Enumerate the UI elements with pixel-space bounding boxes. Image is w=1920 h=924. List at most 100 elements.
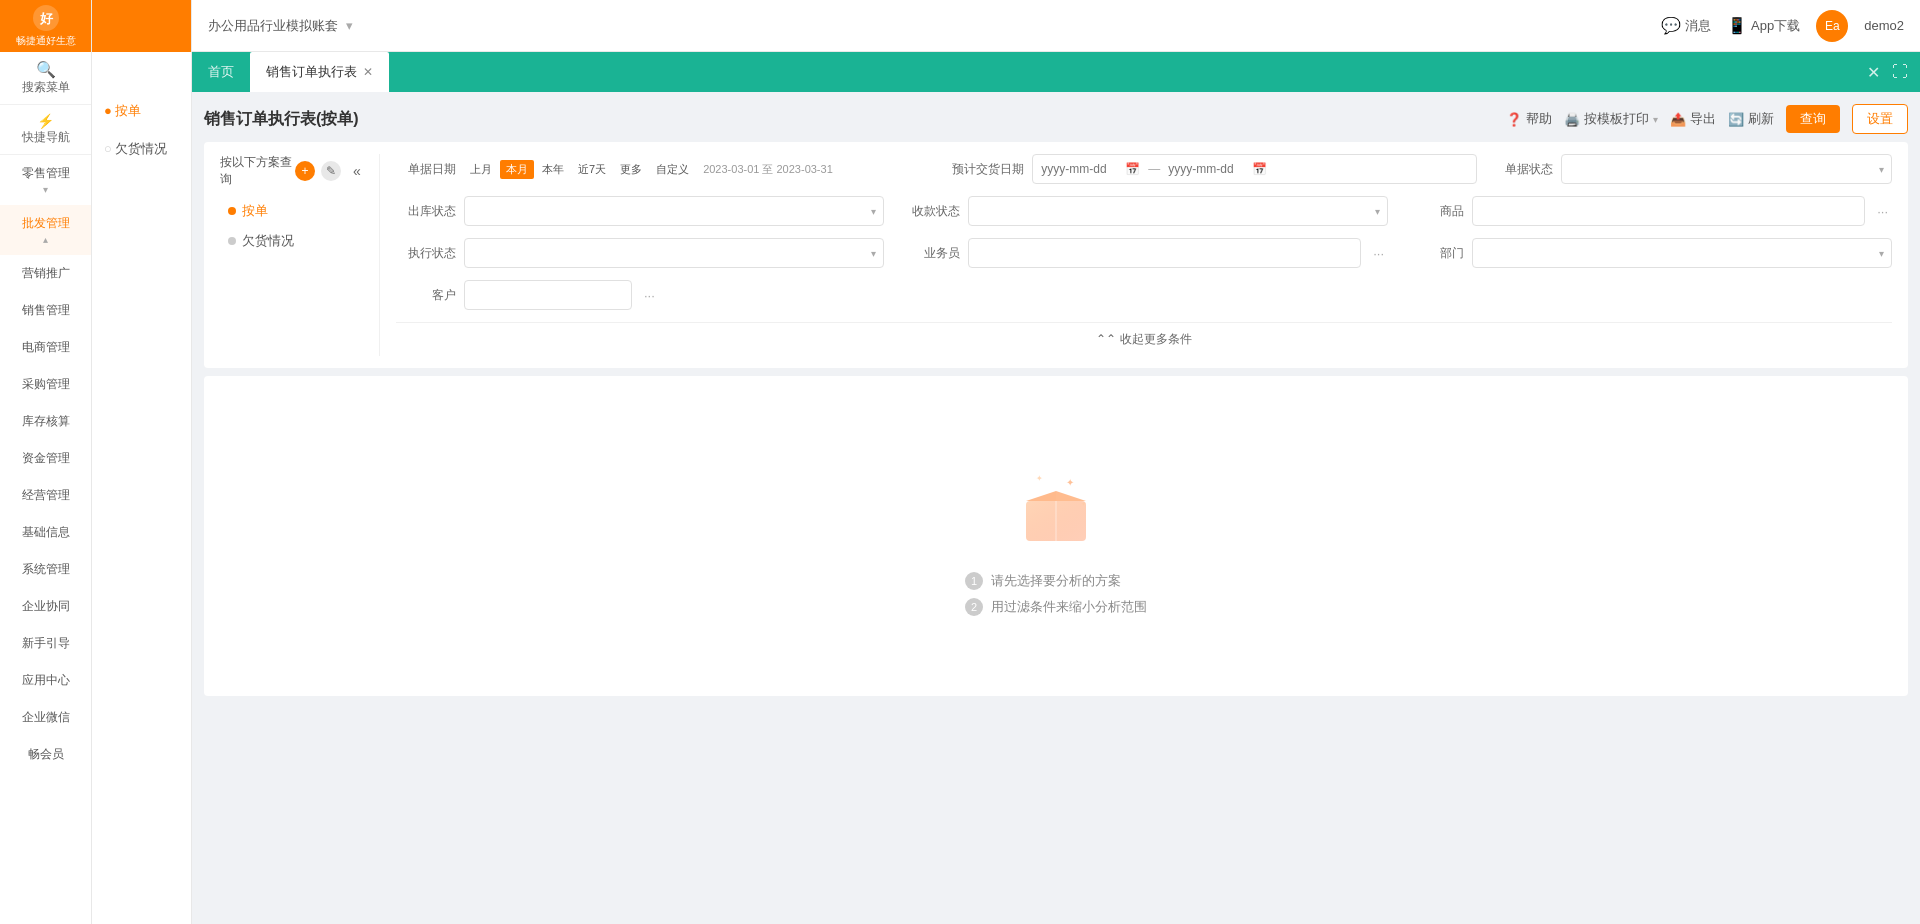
scheme-dot (228, 237, 236, 245)
date-tab-更多[interactable]: 更多 (614, 160, 648, 179)
filter-field-warehouse-status: 出库状态 ▾ (396, 196, 884, 226)
date-range-text: 2023-03-01 至 2023-03-31 (703, 162, 833, 177)
warehouse-status-select[interactable] (464, 196, 884, 226)
sidebar-item-label: 营销推广 (22, 265, 70, 282)
sidebar-item-system[interactable]: 系统管理 (0, 551, 91, 588)
sidebar-item-marketing[interactable]: 营销推广 (0, 255, 91, 292)
date-tab-上月[interactable]: 上月 (464, 160, 498, 179)
download-icon: 📱 (1727, 16, 1747, 35)
topbar-right: 💬 消息 📱 App下载 Ea demo2 (1661, 10, 1904, 42)
goods-more-icon[interactable]: ··· (1873, 204, 1892, 219)
svg-text:✦: ✦ (1036, 474, 1043, 483)
print-button[interactable]: 🖨️ 按模板打印 ▾ (1564, 110, 1658, 128)
svg-text:好: 好 (38, 11, 53, 26)
sidebar-item-corp[interactable]: 企业协同 (0, 588, 91, 625)
exec-status-select[interactable] (464, 238, 884, 268)
date-tab-本年[interactable]: 本年 (536, 160, 570, 179)
tab-close-button[interactable]: ✕ (363, 66, 373, 78)
sidebar-item-label: 畅会员 (28, 746, 64, 763)
empty-state: ✦ ✦ ✦ 1 请先选择要分析的方案 2 用过滤条件来缩小分析范围 (204, 376, 1908, 696)
salesperson-more-icon[interactable]: ··· (1369, 246, 1388, 261)
customer-input[interactable] (464, 280, 632, 310)
export-icon: 📤 (1670, 112, 1686, 127)
settings-button[interactable]: 设置 (1852, 104, 1908, 134)
customer-more-icon[interactable]: ··· (640, 288, 659, 303)
collapse-bar[interactable]: ⌃⌃ 收起更多条件 (396, 322, 1892, 356)
breadcrumb-arrow[interactable]: ▾ (346, 18, 353, 33)
add-scheme-button[interactable]: + (295, 161, 315, 181)
sidebar-item-purchase[interactable]: 采购管理 (0, 366, 91, 403)
message-button[interactable]: 💬 消息 (1661, 16, 1711, 35)
user-avatar[interactable]: Ea (1816, 10, 1848, 42)
collection-status-select[interactable] (968, 196, 1388, 226)
main-area: 办公用品行业模拟账套 ▾ 💬 消息 📱 App下载 Ea demo2 首页 销售… (192, 0, 1920, 924)
warehouse-status-label: 出库状态 (396, 203, 456, 220)
page-header: 销售订单执行表(按单) ❓ 帮助 🖨️ 按模板打印 ▾ 📤 导出 🔄 刷新 (204, 104, 1908, 134)
app-download-button[interactable]: 📱 App下载 (1727, 16, 1800, 35)
app-logo[interactable]: 好 畅捷通好生意 (0, 0, 91, 52)
sidebar-item-label: 库存核算 (22, 413, 70, 430)
scheme-active-dot (228, 207, 236, 215)
svg-marker-3 (1026, 491, 1056, 501)
filter-field-doc-status: 单据状态 ▾ (1493, 154, 1892, 184)
date-tab-本月[interactable]: 本月 (500, 160, 534, 179)
tab-home[interactable]: 首页 (192, 52, 250, 92)
filter-row-3: 执行状态 ▾ 业务员 ··· 部门 (396, 238, 1892, 268)
sub-sidebar-item-欠货情况[interactable]: ○ 欠货情况 (92, 130, 191, 168)
sidebar-item-label: 零售管理 (22, 165, 70, 182)
filter-sidebar-title: 按以下方案查询 + ✎ « (220, 154, 367, 188)
tab-expand-icon[interactable]: ⛶ (1888, 59, 1912, 85)
filter-panel: 按以下方案查询 + ✎ « 按单 欠货情况 (204, 142, 1908, 368)
sidebar-item-search[interactable]: 🔍 搜索菜单 (0, 52, 91, 105)
filter-field-salesperson: 业务员 ··· (900, 238, 1388, 268)
filter-field-date: 单据日期 上月 本月 本年 近7天 更多 自定义 2023-03-01 至 20… (396, 160, 928, 179)
export-button[interactable]: 📤 导出 (1670, 110, 1716, 128)
goods-input[interactable] (1472, 196, 1865, 226)
sidebar-item-label: 应用中心 (22, 672, 70, 689)
empty-tip-1: 1 请先选择要分析的方案 (965, 572, 1147, 590)
print-dropdown-icon[interactable]: ▾ (1653, 114, 1658, 125)
date-tab-近7天[interactable]: 近7天 (572, 160, 612, 179)
sidebar-item-quicknav[interactable]: ⚡ 快捷导航 (0, 105, 91, 155)
scheme-item-按单[interactable]: 按单 (220, 196, 367, 226)
sidebar-item-sales[interactable]: 销售管理 (0, 292, 91, 329)
sub-sidebar-item-按单[interactable]: ● 按单 (92, 92, 191, 130)
sidebar-item-label: 企业协同 (22, 598, 70, 615)
sidebar-item-operation[interactable]: 经营管理 (0, 477, 91, 514)
sidebar-item-label: 基础信息 (22, 524, 70, 541)
sidebar-item-wechat[interactable]: 企业微信 (0, 699, 91, 736)
sidebar-item-apps[interactable]: 应用中心 (0, 662, 91, 699)
sidebar-item-member[interactable]: 畅会员 (0, 736, 91, 773)
query-button[interactable]: 查询 (1786, 105, 1840, 133)
expected-date-to[interactable] (1168, 162, 1248, 176)
page-title: 销售订单执行表(按单) (204, 109, 359, 130)
calendar-icon-left: 📅 (1125, 162, 1140, 176)
expected-date-from[interactable] (1041, 162, 1121, 176)
date-tab-自定义[interactable]: 自定义 (650, 160, 695, 179)
sidebar-item-finance[interactable]: 资金管理 (0, 440, 91, 477)
sidebar-item-newbie[interactable]: 新手引导 (0, 625, 91, 662)
collapse-sidebar-button[interactable]: « (347, 161, 367, 181)
sidebar-item-retail[interactable]: 零售管理 ▾ (0, 155, 91, 205)
edit-scheme-button[interactable]: ✎ (321, 161, 341, 181)
sidebar-item-label: 采购管理 (22, 376, 70, 393)
filter-field-dept: 部门 ▾ (1404, 238, 1892, 268)
sidebar-item-ecommerce[interactable]: 电商管理 (0, 329, 91, 366)
scheme-item-欠货情况[interactable]: 欠货情况 (220, 226, 367, 256)
sidebar-item-label: 新手引导 (22, 635, 70, 652)
tab-close-all-icon[interactable]: ✕ (1863, 59, 1884, 86)
collapse-icon: ⌃⌃ (1096, 332, 1116, 346)
sidebar-item-basic[interactable]: 基础信息 (0, 514, 91, 551)
sidebar-item-inventory[interactable]: 库存核算 (0, 403, 91, 440)
salesperson-input[interactable] (968, 238, 1361, 268)
goods-label: 商品 (1404, 203, 1464, 220)
sidebar: 好 畅捷通好生意 🔍 搜索菜单 ⚡ 快捷导航 零售管理 ▾ 批发管理 ▴ 营销推… (0, 0, 92, 924)
refresh-button[interactable]: 🔄 刷新 (1728, 110, 1774, 128)
page-actions: ❓ 帮助 🖨️ 按模板打印 ▾ 📤 导出 🔄 刷新 查询 (1506, 104, 1908, 134)
dept-select[interactable] (1472, 238, 1892, 268)
doc-status-select[interactable] (1561, 154, 1892, 184)
dept-label: 部门 (1404, 245, 1464, 262)
help-button[interactable]: ❓ 帮助 (1506, 110, 1552, 128)
sidebar-item-wholesale[interactable]: 批发管理 ▴ (0, 205, 91, 255)
tab-sales-order[interactable]: 销售订单执行表 ✕ (250, 52, 389, 92)
